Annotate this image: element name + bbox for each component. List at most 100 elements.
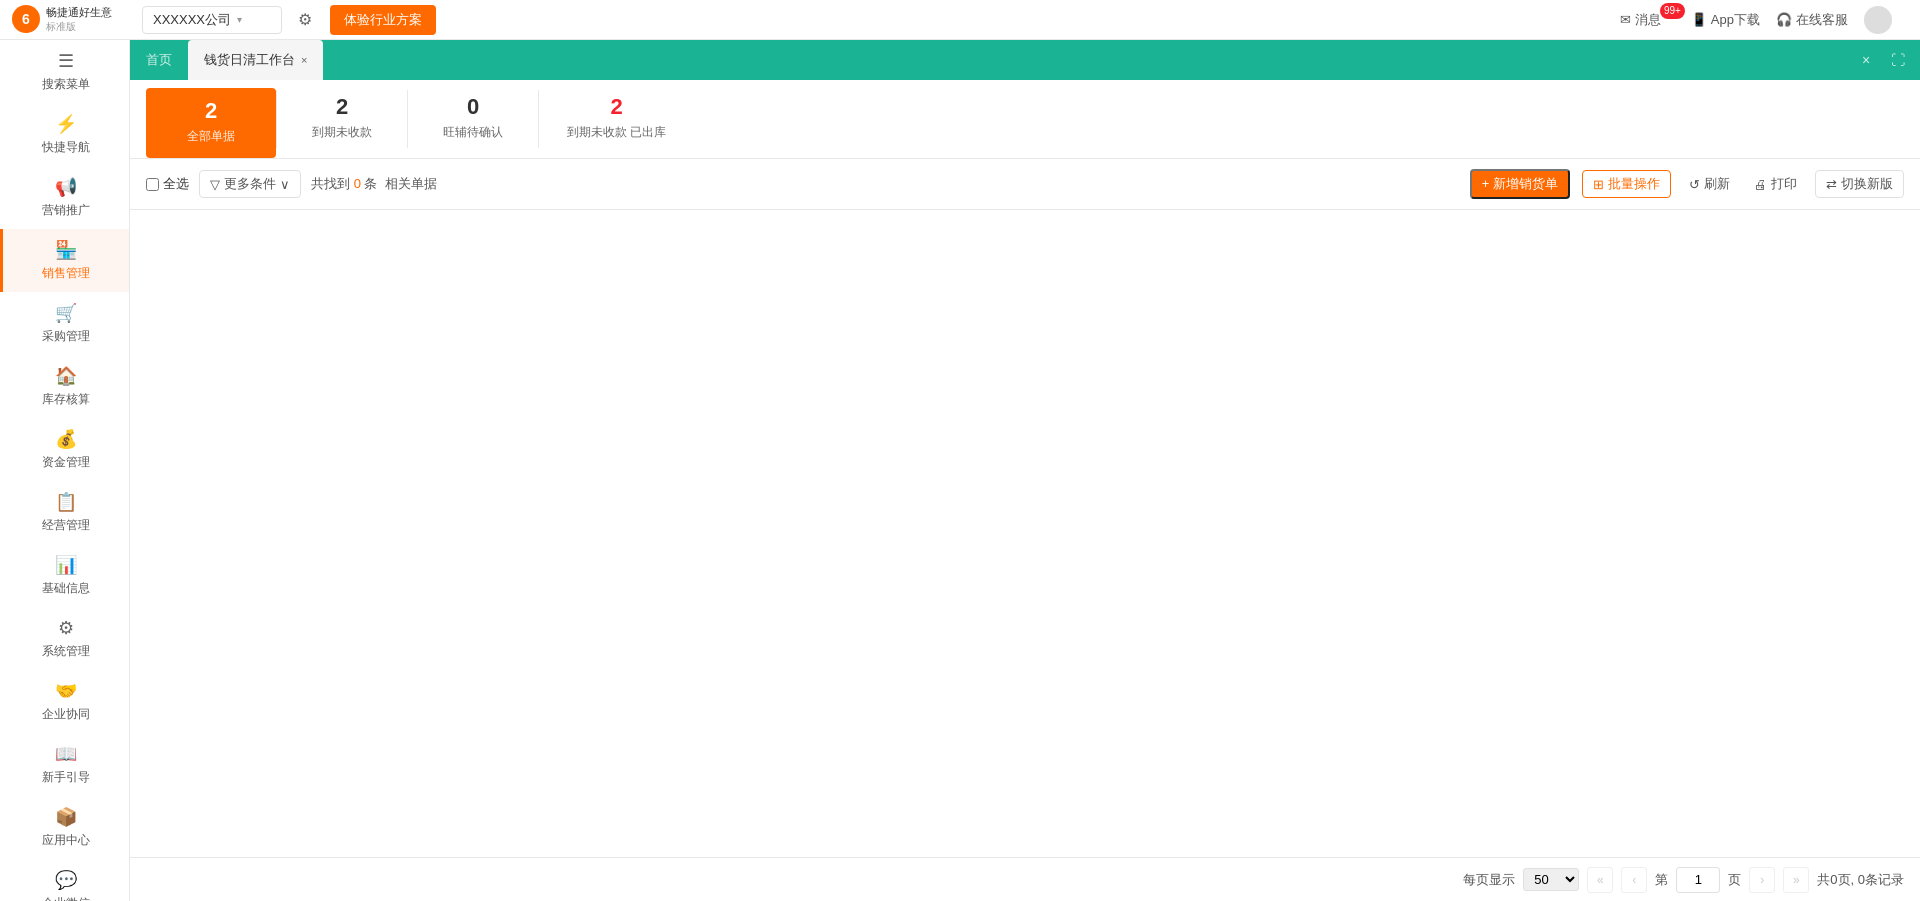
refresh-button[interactable]: ↺ 刷新 [1683, 171, 1736, 197]
sidebar-item-quick-nav[interactable]: ⚡ 快捷导航 [0, 103, 129, 166]
page-size-label: 每页显示 [1463, 871, 1515, 889]
tab-close-icon[interactable]: × [301, 54, 307, 66]
select-all-label: 全选 [163, 175, 189, 193]
sidebar-item-purchase[interactable]: 🛒 采购管理 [0, 292, 129, 355]
search-menu-icon: ☰ [58, 50, 74, 72]
page-prev-button[interactable]: ‹ [1621, 867, 1647, 893]
sales-icon: 🏪 [55, 239, 77, 261]
refresh-icon: ↺ [1689, 177, 1700, 192]
next-page-icon: › [1760, 873, 1764, 887]
filter-chevron-icon: ∨ [280, 177, 290, 192]
stats-row: 2 全部单据 2 到期未收款 0 旺辅待确认 2 到期未收款 已出库 [130, 80, 1920, 159]
finance-icon: 💰 [55, 428, 77, 450]
stat-label-wangwang: 旺辅待确认 [443, 124, 503, 141]
trial-button[interactable]: 体验行业方案 [330, 5, 436, 35]
enterprise-wechat-icon: 💬 [55, 869, 77, 891]
sidebar-item-enterprise-wechat[interactable]: 💬 企业微信 [0, 859, 129, 901]
app-center-icon: 📦 [55, 806, 77, 828]
message-label: 消息 [1635, 11, 1661, 29]
total-info: 共找到 0 条 相关单据 [311, 175, 437, 193]
sidebar-label-sales: 销售管理 [42, 265, 90, 282]
filter-button[interactable]: ▽ 更多条件 ∨ [199, 170, 301, 198]
service-icon: 🎧 [1776, 12, 1792, 27]
online-service-label: 在线客服 [1796, 11, 1848, 29]
total-count: 0 [354, 176, 361, 191]
tab-home-label: 首页 [146, 51, 172, 69]
logo-area: 6 畅捷通好生意 标准版 [12, 5, 142, 33]
sidebar-item-search-menu[interactable]: ☰ 搜索菜单 [0, 40, 129, 103]
tab-close-window-button[interactable]: × [1854, 48, 1878, 72]
sidebar-item-newbie[interactable]: 📖 新手引导 [0, 733, 129, 796]
sidebar-item-system[interactable]: ⚙ 系统管理 [0, 607, 129, 670]
sidebar-item-app-center[interactable]: 📦 应用中心 [0, 796, 129, 859]
toolbar-right: + 新增销货单 ⊞ 批量操作 ↺ 刷新 🖨 打印 ⇄ [1470, 169, 1904, 199]
toolbar-left: 全选 ▽ 更多条件 ∨ 共找到 0 条 相关单据 [146, 170, 1458, 198]
tab-home[interactable]: 首页 [130, 40, 188, 80]
first-page-icon: « [1597, 873, 1604, 887]
page-first-button[interactable]: « [1587, 867, 1613, 893]
stat-number-overdue: 2 [336, 94, 348, 120]
stat-label-overdue: 到期未收款 [312, 124, 372, 141]
print-label: 打印 [1771, 175, 1797, 193]
settings-button[interactable]: ⚙ [290, 5, 320, 35]
select-all-input[interactable] [146, 178, 159, 191]
last-page-icon: » [1793, 873, 1800, 887]
sidebar-label-quick-nav: 快捷导航 [42, 139, 90, 156]
header-right: ✉ 消息 99+ 📱 App下载 🎧 在线客服 [1620, 6, 1908, 34]
filter-icon: ▽ [210, 177, 220, 192]
tabs-actions: × ⛶ [1854, 48, 1920, 72]
sidebar-item-sales[interactable]: 🏪 销售管理 [0, 229, 129, 292]
sidebar-item-finance[interactable]: 💰 资金管理 [0, 418, 129, 481]
sidebar-item-marketing[interactable]: 📢 营销推广 [0, 166, 129, 229]
sidebar-label-purchase: 采购管理 [42, 328, 90, 345]
avatar[interactable] [1864, 6, 1892, 34]
page-next-button[interactable]: › [1749, 867, 1775, 893]
message-button[interactable]: ✉ 消息 99+ [1620, 11, 1675, 29]
message-badge: 99+ [1660, 3, 1685, 19]
sidebar-label-enterprise: 企业协同 [42, 706, 90, 723]
switch-version-button[interactable]: ⇄ 切换新版 [1815, 170, 1904, 198]
new-sale-button[interactable]: + 新增销货单 [1470, 169, 1570, 199]
print-button[interactable]: 🖨 打印 [1748, 171, 1803, 197]
newbie-icon: 📖 [55, 743, 77, 765]
batch-icon: ⊞ [1593, 177, 1604, 192]
close-icon: × [1862, 52, 1870, 68]
tab-workbench-label: 钱货日清工作台 [204, 51, 295, 69]
sidebar-item-operations[interactable]: 📋 经营管理 [0, 481, 129, 544]
company-name: XXXXXX公司 [153, 11, 231, 29]
toolbar: 全选 ▽ 更多条件 ∨ 共找到 0 条 相关单据 + 新增销货单 [130, 159, 1920, 210]
sidebar-item-basic-info[interactable]: 📊 基础信息 [0, 544, 129, 607]
page-size-select[interactable]: 50 10 20 100 [1523, 868, 1579, 891]
logo-sub: 标准版 [46, 20, 112, 34]
sidebar-label-enterprise-wechat: 企业微信 [42, 895, 90, 901]
select-all-checkbox[interactable]: 全选 [146, 175, 189, 193]
sidebar-item-inventory[interactable]: 🏠 库存核算 [0, 355, 129, 418]
page-number-input[interactable] [1676, 867, 1720, 893]
batch-button[interactable]: ⊞ 批量操作 [1582, 170, 1671, 198]
refresh-label: 刷新 [1704, 175, 1730, 193]
switch-icon: ⇄ [1826, 177, 1837, 192]
stat-card-wangwang[interactable]: 0 旺辅待确认 [408, 80, 538, 158]
pagination-bar: 每页显示 50 10 20 100 « ‹ 第 页 › [130, 857, 1920, 901]
sidebar-item-enterprise[interactable]: 🤝 企业协同 [0, 670, 129, 733]
page-text: 第 [1655, 871, 1668, 889]
stat-card-overdue[interactable]: 2 到期未收款 [277, 80, 407, 158]
content-area: 首页 钱货日清工作台 × × ⛶ 2 全部单据 [130, 40, 1920, 901]
tab-workbench[interactable]: 钱货日清工作台 × [188, 40, 323, 80]
online-service-button[interactable]: 🎧 在线客服 [1776, 11, 1848, 29]
stat-number-not-shipped: 2 [611, 94, 623, 120]
stat-label-not-shipped: 到期未收款 已出库 [567, 124, 666, 141]
sidebar-label-marketing: 营销推广 [42, 202, 90, 219]
stat-card-not-shipped[interactable]: 2 到期未收款 已出库 [539, 80, 694, 158]
top-header: 6 畅捷通好生意 标准版 XXXXXX公司 ▾ ⚙ 体验行业方案 ✉ 消息 99… [0, 0, 1920, 40]
page-last-button[interactable]: » [1783, 867, 1809, 893]
app-download-button[interactable]: 📱 App下载 [1691, 11, 1760, 29]
page-text-2: 页 [1728, 871, 1741, 889]
inventory-icon: 🏠 [55, 365, 77, 387]
stat-label-all: 全部单据 [187, 128, 235, 145]
prev-page-icon: ‹ [1632, 873, 1636, 887]
company-selector[interactable]: XXXXXX公司 ▾ [142, 6, 282, 34]
tab-maximize-button[interactable]: ⛶ [1886, 48, 1910, 72]
stat-card-all[interactable]: 2 全部单据 [146, 88, 276, 158]
sidebar-label-newbie: 新手引导 [42, 769, 90, 786]
